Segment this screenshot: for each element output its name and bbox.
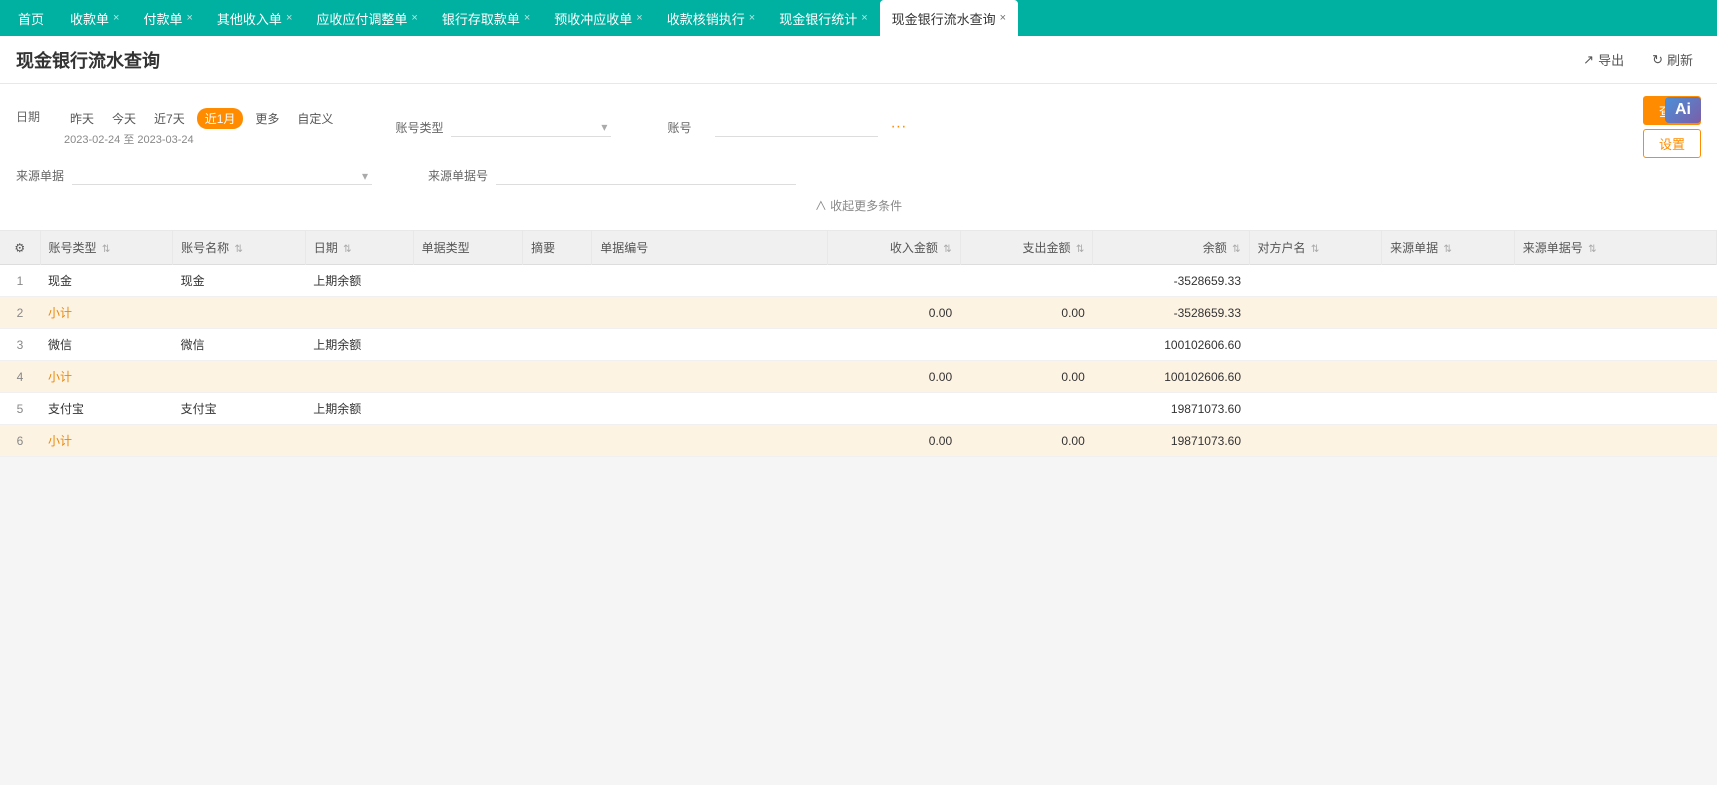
col-doc-no[interactable]: 单据编号 bbox=[592, 231, 828, 265]
date-btn-yesterday[interactable]: 昨天 bbox=[64, 108, 100, 129]
nav-tab-6[interactable]: 收款核销执行 × bbox=[655, 0, 767, 36]
page-title: 现金银行流水查询 bbox=[16, 47, 160, 73]
table-header: ⚙ 账号类型 ⇅ 账号名称 ⇅ 日期 ⇅ 单据类型 摘要 bbox=[0, 231, 1717, 265]
nav-close-6[interactable]: × bbox=[749, 12, 755, 24]
date-label: 日期 bbox=[16, 108, 56, 125]
account-type-label: 账号类型 bbox=[395, 119, 443, 136]
source-doc-select[interactable] bbox=[72, 166, 372, 185]
dots-button[interactable]: ··· bbox=[886, 118, 910, 136]
sort-icon-balance: ⇅ bbox=[1232, 244, 1240, 255]
filter-row-1: 日期 昨天 今天 近7天 近1月 更多 自定义 2023-02-24 至 202… bbox=[16, 96, 1701, 158]
sort-icon-account-type: ⇅ bbox=[102, 244, 110, 255]
table-container: ⚙ 账号类型 ⇅ 账号名称 ⇅ 日期 ⇅ 单据类型 摘要 bbox=[0, 231, 1717, 457]
filter-area: 日期 昨天 今天 近7天 近1月 更多 自定义 2023-02-24 至 202… bbox=[0, 84, 1717, 231]
account-label: 账号 bbox=[667, 119, 707, 136]
sort-icon-expense: ⇅ bbox=[1076, 244, 1084, 255]
table-row: 3微信微信上期余额100102606.60 bbox=[0, 329, 1717, 361]
chevron-up-icon: ∧ bbox=[815, 199, 827, 213]
sort-icon-account-name: ⇅ bbox=[235, 244, 243, 255]
nav-close-8[interactable]: × bbox=[1000, 12, 1006, 24]
settings-icon: ⚙ bbox=[14, 241, 25, 255]
sort-icon-date: ⇅ bbox=[343, 244, 351, 255]
nav-tab-3[interactable]: 应收应付调整单 × bbox=[304, 0, 429, 36]
date-filter: 日期 昨天 今天 近7天 近1月 更多 自定义 2023-02-24 至 202… bbox=[16, 108, 339, 147]
account-input[interactable] bbox=[715, 118, 878, 137]
nav-close-5[interactable]: × bbox=[636, 12, 642, 24]
sort-icon-source-doc: ⇅ bbox=[1444, 244, 1452, 255]
col-counterparty[interactable]: 对方户名 ⇅ bbox=[1249, 231, 1382, 265]
header-actions: ↗ 导出 ↻ 刷新 bbox=[1575, 46, 1701, 73]
table-row: 6小计0.000.0019871073.60 bbox=[0, 425, 1717, 457]
date-btn-custom[interactable]: 自定义 bbox=[291, 108, 339, 129]
table-row: 2小计0.000.00-3528659.33 bbox=[0, 297, 1717, 329]
date-btn-more[interactable]: 更多 bbox=[249, 108, 285, 129]
date-btn-7days[interactable]: 近7天 bbox=[148, 108, 191, 129]
col-account-type[interactable]: 账号类型 ⇅ bbox=[40, 231, 173, 265]
source-doc-no-filter: 来源单据号 bbox=[428, 166, 796, 185]
table-row: 4小计0.000.00100102606.60 bbox=[0, 361, 1717, 393]
source-doc-no-label: 来源单据号 bbox=[428, 167, 488, 184]
account-type-filter: 账号类型 ▾ bbox=[395, 118, 611, 137]
table-body: 1现金现金上期余额-3528659.332小计0.000.00-3528659.… bbox=[0, 265, 1717, 457]
source-doc-no-input[interactable] bbox=[496, 166, 796, 185]
export-button[interactable]: ↗ 导出 bbox=[1575, 46, 1632, 73]
account-type-select-wrap: ▾ bbox=[451, 118, 611, 137]
nav-tab-2[interactable]: 其他收入单 × bbox=[205, 0, 304, 36]
nav-tab-4[interactable]: 银行存取款单 × bbox=[430, 0, 542, 36]
nav-tab-8[interactable]: 现金银行流水查询 × bbox=[880, 0, 1018, 36]
header-row: ⚙ 账号类型 ⇅ 账号名称 ⇅ 日期 ⇅ 单据类型 摘要 bbox=[0, 231, 1717, 265]
date-buttons: 昨天 今天 近7天 近1月 更多 自定义 bbox=[64, 108, 339, 129]
sort-icon-counterparty: ⇅ bbox=[1311, 244, 1319, 255]
col-source-doc[interactable]: 来源单据 ⇅ bbox=[1382, 231, 1515, 265]
data-table: ⚙ 账号类型 ⇅ 账号名称 ⇅ 日期 ⇅ 单据类型 摘要 bbox=[0, 231, 1717, 457]
date-btn-today[interactable]: 今天 bbox=[106, 108, 142, 129]
nav-close-7[interactable]: × bbox=[861, 12, 867, 24]
filter-row-2: 来源单据 ▾ 来源单据号 bbox=[16, 166, 1701, 185]
nav-tab-5[interactable]: 预收冲应收单 × bbox=[542, 0, 654, 36]
sort-icon-income: ⇅ bbox=[943, 244, 951, 255]
collapse-bar[interactable]: ∧ 收起更多条件 bbox=[16, 193, 1701, 218]
date-options: 昨天 今天 近7天 近1月 更多 自定义 2023-02-24 至 2023-0… bbox=[64, 108, 339, 147]
date-range: 2023-02-24 至 2023-03-24 bbox=[64, 131, 339, 147]
export-icon: ↗ bbox=[1583, 52, 1594, 68]
col-expense[interactable]: 支出金额 ⇅ bbox=[960, 231, 1093, 265]
source-doc-label: 来源单据 bbox=[16, 167, 64, 184]
top-nav: 首页 收款单 × 付款单 × 其他收入单 × 应收应付调整单 × 银行存取款单 … bbox=[0, 0, 1717, 36]
col-settings[interactable]: ⚙ bbox=[0, 231, 40, 265]
ai-badge[interactable]: Ai bbox=[1665, 97, 1701, 123]
col-date[interactable]: 日期 ⇅ bbox=[305, 231, 413, 265]
table-row: 5支付宝支付宝上期余额19871073.60 bbox=[0, 393, 1717, 425]
nav-tab-0[interactable]: 收款单 × bbox=[58, 0, 131, 36]
col-income[interactable]: 收入金额 ⇅ bbox=[828, 231, 961, 265]
account-type-select[interactable] bbox=[451, 118, 611, 137]
source-doc-filter: 来源单据 ▾ bbox=[16, 166, 372, 185]
table-row: 1现金现金上期余额-3528659.33 bbox=[0, 265, 1717, 297]
nav-tab-1[interactable]: 付款单 × bbox=[131, 0, 204, 36]
sort-icon-source-doc-no: ⇅ bbox=[1588, 244, 1596, 255]
refresh-icon: ↻ bbox=[1652, 52, 1663, 68]
source-doc-select-wrap: ▾ bbox=[72, 166, 372, 185]
page-header: 现金银行流水查询 ↗ 导出 ↻ 刷新 bbox=[0, 36, 1717, 84]
col-account-name[interactable]: 账号名称 ⇅ bbox=[173, 231, 306, 265]
date-btn-1month[interactable]: 近1月 bbox=[197, 108, 244, 129]
nav-tab-7[interactable]: 现金银行统计 × bbox=[767, 0, 879, 36]
nav-close-4[interactable]: × bbox=[524, 12, 530, 24]
nav-close-1[interactable]: × bbox=[186, 12, 192, 24]
nav-close-3[interactable]: × bbox=[411, 12, 417, 24]
col-summary[interactable]: 摘要 bbox=[523, 231, 592, 265]
settings-button[interactable]: 设置 bbox=[1643, 129, 1701, 158]
col-doc-type[interactable]: 单据类型 bbox=[413, 231, 523, 265]
nav-close-0[interactable]: × bbox=[113, 12, 119, 24]
nav-home[interactable]: 首页 bbox=[4, 9, 58, 28]
refresh-button[interactable]: ↻ 刷新 bbox=[1644, 46, 1701, 73]
account-filter: 账号 ··· bbox=[667, 118, 910, 137]
nav-close-2[interactable]: × bbox=[286, 12, 292, 24]
col-balance[interactable]: 余额 ⇅ bbox=[1093, 231, 1249, 265]
col-source-doc-no[interactable]: 来源单据号 ⇅ bbox=[1514, 231, 1716, 265]
